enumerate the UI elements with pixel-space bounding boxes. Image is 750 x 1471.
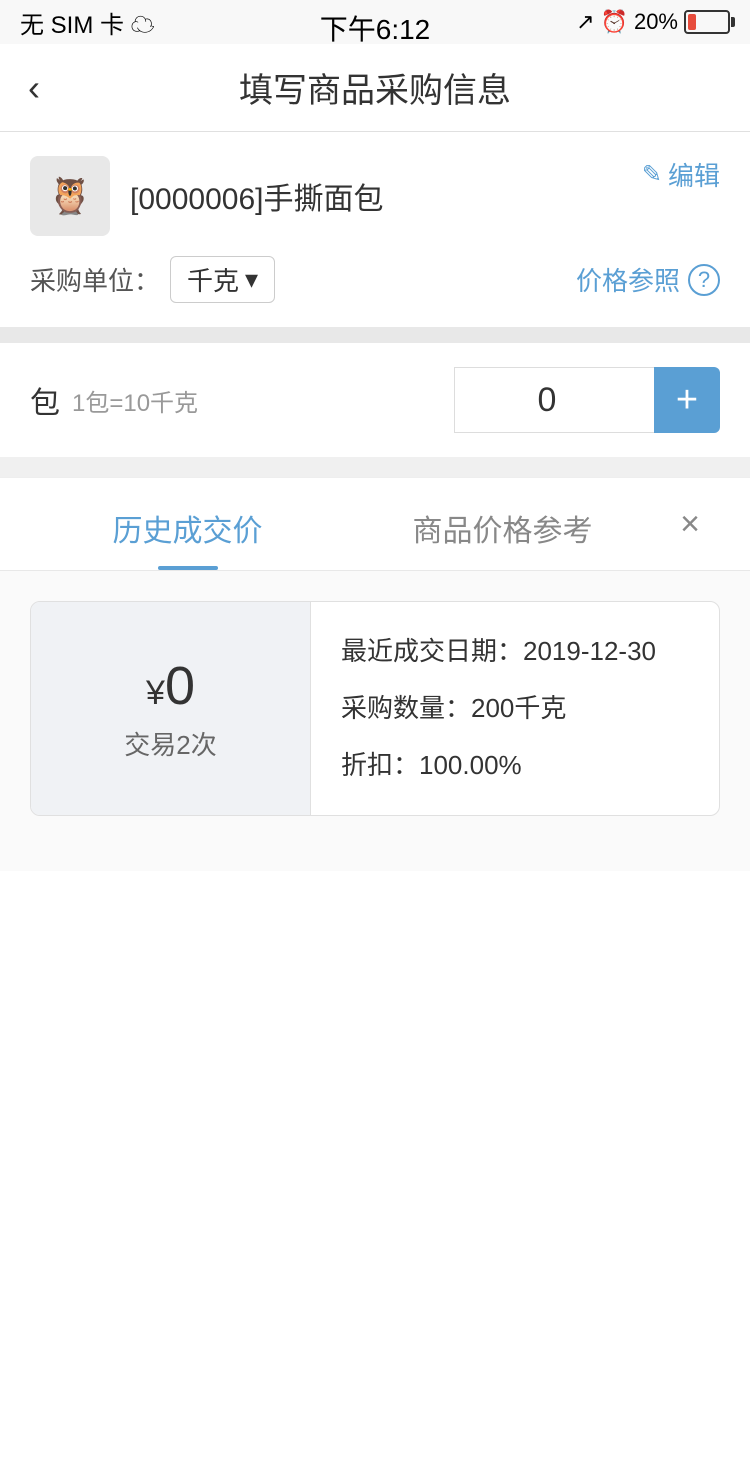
quantity-input-group: + (454, 367, 720, 433)
product-section: 🦉 [0000006]手撕面包 ✎ 编辑 采购单位： 千克 ▾ 价格参照 ? (0, 132, 750, 327)
price-ref-label: 价格参照 (576, 261, 680, 298)
edit-label: 编辑 (668, 156, 720, 193)
tab-product-price-ref[interactable]: 商品价格参考 (345, 478, 660, 570)
product-thumbnail: 🦉 (30, 156, 110, 236)
battery-icon (684, 10, 730, 34)
edit-icon: ✎ (642, 160, 662, 189)
purchase-qty-label: 采购数量： (341, 693, 471, 723)
recent-date-row: 最近成交日期：2019-12-30 (341, 632, 689, 671)
discount-value: 100.00% (419, 750, 522, 780)
tabs-header: 历史成交价 商品价格参考 × (0, 478, 750, 571)
alarm-icon: ⏰ (601, 9, 628, 35)
tab-history-price[interactable]: 历史成交价 (30, 478, 345, 570)
product-name: [0000006]手撕面包 (130, 174, 383, 218)
product-header: 🦉 [0000006]手撕面包 ✎ 编辑 (30, 156, 720, 236)
product-unit-row: 采购单位： 千克 ▾ 价格参照 ? (30, 256, 720, 303)
tabs-section: 历史成交价 商品价格参考 × ¥0 交易2次 最近成交日期：2019-12-30… (0, 477, 750, 871)
currency-symbol: ¥ (146, 674, 165, 712)
recent-date-value: 2019-12-30 (523, 636, 656, 666)
history-card-price: ¥0 交易2次 (31, 602, 311, 815)
section-divider (0, 327, 750, 343)
discount-label: 折扣： (341, 750, 419, 780)
discount-row: 折扣：100.00% (341, 746, 689, 785)
back-button[interactable]: ‹ (28, 67, 40, 109)
recent-date-label: 最近成交日期： (341, 636, 523, 666)
history-price-display: ¥0 (146, 655, 195, 717)
quantity-add-button[interactable]: + (654, 367, 720, 433)
product-left: 🦉 [0000006]手撕面包 (30, 156, 383, 236)
tab-close-button[interactable]: × (660, 494, 720, 554)
battery-percent: 20% (634, 9, 678, 35)
edit-button[interactable]: ✎ 编辑 (642, 156, 720, 193)
history-card-details: 最近成交日期：2019-12-30 采购数量：200千克 折扣：100.00% (311, 602, 719, 815)
price-value: 0 (165, 656, 195, 716)
quantity-unit-note: 1包=10千克 (72, 383, 198, 418)
quantity-label: 包 1包=10千克 (30, 378, 198, 422)
status-time: 下午6:12 (320, 8, 431, 48)
question-mark: ? (698, 267, 710, 293)
purchase-qty-value: 200千克 (471, 693, 566, 723)
unit-label: 采购单位： (30, 261, 160, 298)
quantity-unit-char: 包 (30, 378, 60, 422)
page-title: 填写商品采购信息 (239, 63, 511, 112)
unit-value: 千克 (187, 261, 239, 298)
location-icon: ↗ (576, 9, 594, 35)
purchase-qty-row: 采购数量：200千克 (341, 689, 689, 728)
status-bar: 无 SIM 卡 ☁ 下午6:12 ↗ ⏰ 20% (0, 0, 750, 44)
status-right: ↗ ⏰ 20% (576, 9, 730, 35)
product-logo-icon: 🦉 (48, 175, 93, 217)
history-card: ¥0 交易2次 最近成交日期：2019-12-30 采购数量：200千克 折扣：… (30, 601, 720, 816)
unit-left: 采购单位： 千克 ▾ (30, 256, 275, 303)
battery-fill (688, 14, 696, 30)
dropdown-arrow-icon: ▾ (245, 264, 258, 295)
tab-content-history: ¥0 交易2次 最近成交日期：2019-12-30 采购数量：200千克 折扣：… (0, 571, 750, 871)
price-ref-help-icon: ? (688, 264, 720, 296)
price-reference-button[interactable]: 价格参照 ? (576, 261, 720, 298)
bottom-content-area (0, 871, 750, 1471)
sim-signal-text: 无 SIM 卡 ☁ (20, 5, 155, 40)
quantity-section: 包 1包=10千克 + (0, 343, 750, 457)
status-left: 无 SIM 卡 ☁ (20, 5, 155, 40)
nav-bar: ‹ 填写商品采购信息 (0, 44, 750, 132)
quantity-input[interactable] (454, 367, 654, 433)
trade-count: 交易2次 (124, 725, 216, 762)
unit-selector[interactable]: 千克 ▾ (170, 256, 275, 303)
